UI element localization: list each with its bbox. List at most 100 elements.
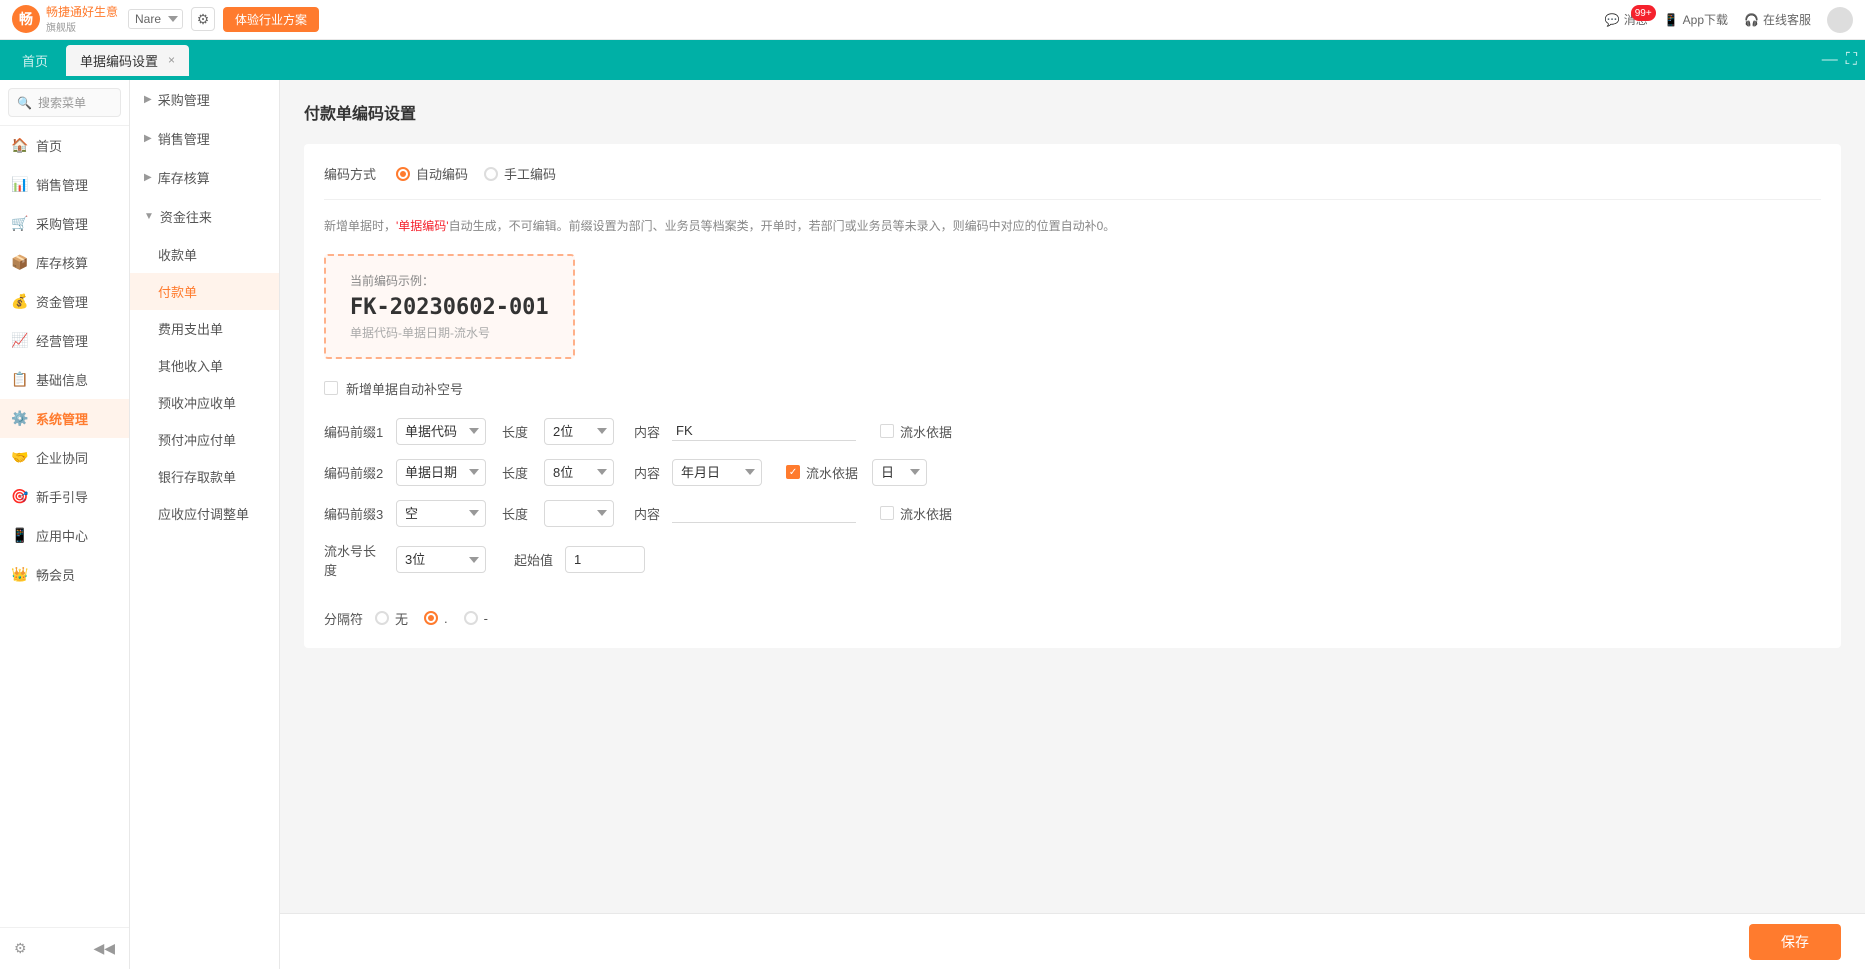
- sidebar-finance-label: 资金管理: [36, 292, 88, 311]
- hint-text: 新增单据时，'单据编码'自动生成，不可编辑。前缀设置为部门、业务员等档案类，开单…: [324, 216, 1821, 238]
- sidebar-item-member[interactable]: 👑 畅会员: [0, 555, 129, 594]
- prefix2-label: 编码前缀2: [324, 463, 384, 482]
- sidebar-item-inventory[interactable]: 📦 库存核算: [0, 243, 129, 282]
- sub-menu: ▶ 采购管理 ▶ 销售管理 ▶ 库存核算 ▼ 资金往来: [130, 80, 280, 969]
- sub-item-expense[interactable]: 费用支出单: [130, 310, 279, 347]
- sidebar-item-system[interactable]: ⚙️ 系统管理: [0, 399, 129, 438]
- service-icon: 🎧: [1744, 13, 1759, 27]
- tab-bar: 首页 单据编码设置 × — ⛶: [0, 40, 1865, 80]
- sidebar-search-area: 🔍 搜索菜单: [0, 80, 129, 126]
- auto-encode-label: 自动编码: [416, 164, 468, 183]
- online-service-nav[interactable]: 🎧 在线客服: [1744, 11, 1811, 28]
- sep-none-radio: [375, 611, 389, 625]
- sidebar-item-enterprise[interactable]: 🤝 企业协同: [0, 438, 129, 477]
- length3-select[interactable]: [544, 500, 614, 527]
- content3-input[interactable]: [672, 503, 856, 523]
- search-icon: 🔍: [17, 96, 32, 110]
- home-icon: 🏠: [12, 138, 28, 154]
- serial1-checkbox[interactable]: [880, 424, 894, 438]
- sub-item-receipt[interactable]: 收款单: [130, 236, 279, 273]
- sub-item-prepayment[interactable]: 预付冲应付单: [130, 421, 279, 458]
- search-menu-button[interactable]: 🔍 搜索菜单: [8, 88, 121, 117]
- sep-dot-radio-dot: [428, 615, 434, 621]
- app-icon: 📱: [1664, 13, 1679, 27]
- serial-length-select[interactable]: 3位: [396, 546, 486, 573]
- prefix2-select[interactable]: 单据日期: [396, 459, 486, 486]
- collapse-icon[interactable]: ◀◀: [87, 936, 121, 961]
- save-button[interactable]: 保存: [1749, 924, 1841, 960]
- gear-button[interactable]: ⚙: [191, 7, 215, 31]
- enterprise-icon: 🤝: [12, 450, 28, 466]
- preview-box: 当前编码示例： FK-20230602-001 单据代码-单据日期-流水号: [324, 254, 575, 359]
- sidebar-item-home[interactable]: 🏠 首页: [0, 126, 129, 165]
- sub-group-sales-title[interactable]: ▶ 销售管理: [130, 119, 279, 158]
- sidebar-item-purchase[interactable]: 🛒 采购管理: [0, 204, 129, 243]
- arrow-sales: ▶: [144, 133, 152, 144]
- auto-fill-checkbox[interactable]: [324, 381, 338, 395]
- sep-dash-option[interactable]: -: [464, 611, 488, 626]
- serial2-checkbox[interactable]: ✓: [786, 465, 800, 479]
- length1-label: 长度: [502, 422, 528, 441]
- sidebar-inventory-label: 库存核算: [36, 253, 88, 272]
- prefix1-select[interactable]: 单据代码: [396, 418, 486, 445]
- sales-icon: 📊: [12, 177, 28, 193]
- content2-select[interactable]: 年月日: [672, 459, 762, 486]
- serial1-checkbox-group: 流水依据: [880, 422, 952, 441]
- settings-panel: 编码方式 自动编码 手工编码: [304, 144, 1841, 648]
- arrow-purchase: ▶: [144, 94, 152, 105]
- length1-select[interactable]: 2位: [544, 418, 614, 445]
- settings-bottom-icon[interactable]: ⚙: [8, 936, 33, 961]
- sidebar-item-basic[interactable]: 📋 基础信息: [0, 360, 129, 399]
- serial2-checkbox-group: ✓ 流水依据 日 月 年: [786, 459, 927, 486]
- prefix2-row: 编码前缀2 单据日期 长度 8位 内容 年月日: [324, 459, 1821, 486]
- sub-group-inventory-title[interactable]: ▶ 库存核算: [130, 158, 279, 197]
- avatar[interactable]: [1827, 7, 1853, 33]
- tab-encoding-settings[interactable]: 单据编码设置 ×: [66, 45, 189, 76]
- sidebar-basic-label: 基础信息: [36, 370, 88, 389]
- app-download-label: App下载: [1683, 11, 1728, 28]
- app-download-nav[interactable]: 📱 App下载: [1664, 11, 1728, 28]
- sidebar-item-appstore[interactable]: 📱 应用中心: [0, 516, 129, 555]
- sub-item-prereceipt[interactable]: 预收冲应收单: [130, 384, 279, 421]
- serial1-label: 流水依据: [900, 422, 952, 441]
- length2-label: 长度: [502, 463, 528, 482]
- auto-radio-circle: [396, 167, 410, 181]
- message-nav[interactable]: 💬 消息 99+: [1605, 11, 1648, 28]
- serial2-period-select[interactable]: 日 月 年: [872, 459, 927, 486]
- auto-encode-radio[interactable]: 自动编码: [396, 164, 468, 183]
- tab-minimize-icon[interactable]: —: [1822, 51, 1838, 69]
- inventory-icon: 📦: [12, 255, 28, 271]
- sep-dash-label: -: [484, 611, 488, 626]
- tab-home[interactable]: 首页: [8, 45, 62, 76]
- sidebar-item-finance[interactable]: 💰 资金管理: [0, 282, 129, 321]
- length2-select[interactable]: 8位: [544, 459, 614, 486]
- sub-item-other-income[interactable]: 其他收入单: [130, 347, 279, 384]
- sub-item-payment[interactable]: 付款单: [130, 273, 279, 310]
- tab-maximize-icon[interactable]: ⛶: [1846, 51, 1857, 69]
- try-button[interactable]: 体验行业方案: [223, 7, 319, 32]
- sep-dot-option[interactable]: .: [424, 611, 448, 626]
- start-input[interactable]: [565, 546, 645, 573]
- content1-input[interactable]: [672, 421, 856, 441]
- sidebar-item-operation[interactable]: 📈 经营管理: [0, 321, 129, 360]
- tab-close-icon[interactable]: ×: [168, 53, 175, 67]
- sep-none-option[interactable]: 无: [375, 609, 408, 628]
- sub-group-fund-title[interactable]: ▼ 资金往来: [130, 197, 279, 236]
- sub-item-bank[interactable]: 银行存取款单: [130, 458, 279, 495]
- operation-icon: 📈: [12, 333, 28, 349]
- sidebar-item-sales[interactable]: 📊 销售管理: [0, 165, 129, 204]
- sub-group-purchase-label: 采购管理: [158, 90, 210, 109]
- sidebar-nav: 🏠 首页 📊 销售管理 🛒 采购管理 📦 库存核算 💰 资金管理 📈 经: [0, 126, 129, 927]
- serial3-checkbox[interactable]: [880, 506, 894, 520]
- manual-encode-radio[interactable]: 手工编码: [484, 164, 556, 183]
- sub-group-fund-label: 资金往来: [160, 207, 212, 226]
- sidebar-guide-label: 新手引导: [36, 487, 88, 506]
- company-select[interactable]: Nare: [128, 9, 183, 29]
- sidebar-item-guide[interactable]: 🎯 新手引导: [0, 477, 129, 516]
- prefix3-select[interactable]: 空: [396, 500, 486, 527]
- sub-group-purchase-title[interactable]: ▶ 采购管理: [130, 80, 279, 119]
- page-content: 付款单编码设置 编码方式 自动编码: [280, 80, 1865, 913]
- sub-item-adjustment[interactable]: 应收应付调整单: [130, 495, 279, 532]
- arrow-inventory: ▶: [144, 172, 152, 183]
- finance-icon: 💰: [12, 294, 28, 310]
